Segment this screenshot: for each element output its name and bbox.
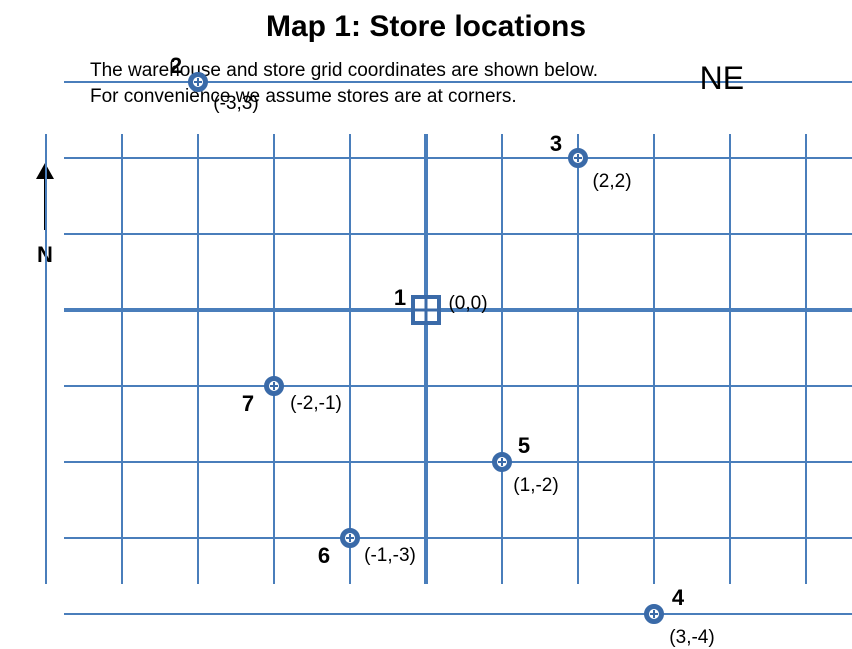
point-coord-label: (-3,3) — [213, 93, 258, 115]
point-id: 6 — [318, 543, 330, 569]
grid-line-horizontal — [64, 537, 852, 539]
grid-line-horizontal — [64, 461, 852, 463]
point-id: 2 — [170, 53, 182, 79]
y-axis — [424, 134, 428, 584]
grid-line-vertical — [577, 134, 579, 584]
grid-line-horizontal — [64, 613, 852, 615]
point-id: 5 — [518, 433, 530, 459]
store-marker — [264, 376, 284, 396]
point-coord-label: (3,-4) — [669, 627, 714, 649]
point-id: 3 — [550, 131, 562, 157]
store-marker — [492, 452, 512, 472]
grid-line-horizontal — [64, 157, 852, 159]
point-coord-label: (-2,-1) — [290, 393, 342, 415]
grid-line-vertical — [653, 134, 655, 584]
grid-line-vertical — [729, 134, 731, 584]
grid-line-vertical — [121, 134, 123, 584]
grid-line-vertical — [45, 134, 47, 584]
store-marker — [340, 528, 360, 548]
grid-line-vertical — [349, 134, 351, 584]
grid-line-vertical — [805, 134, 807, 584]
grid-line-vertical — [273, 134, 275, 584]
grid-line-horizontal — [64, 233, 852, 235]
grid-line-horizontal — [64, 385, 852, 387]
grid-line-vertical — [501, 134, 503, 584]
store-marker — [568, 148, 588, 168]
warehouse-marker — [411, 295, 441, 325]
store-marker — [188, 72, 208, 92]
grid-line-vertical — [197, 134, 199, 584]
point-coord-label: (-1,-3) — [364, 545, 416, 567]
point-id: 4 — [672, 585, 684, 611]
point-id: 7 — [242, 391, 254, 417]
ne-label: NE — [700, 60, 744, 97]
store-marker — [644, 604, 664, 624]
point-id: 1 — [394, 285, 406, 311]
point-coord-label: (1,-2) — [513, 475, 558, 497]
point-coord-label: (0,0) — [448, 293, 487, 315]
point-coord-label: (2,2) — [592, 171, 631, 193]
